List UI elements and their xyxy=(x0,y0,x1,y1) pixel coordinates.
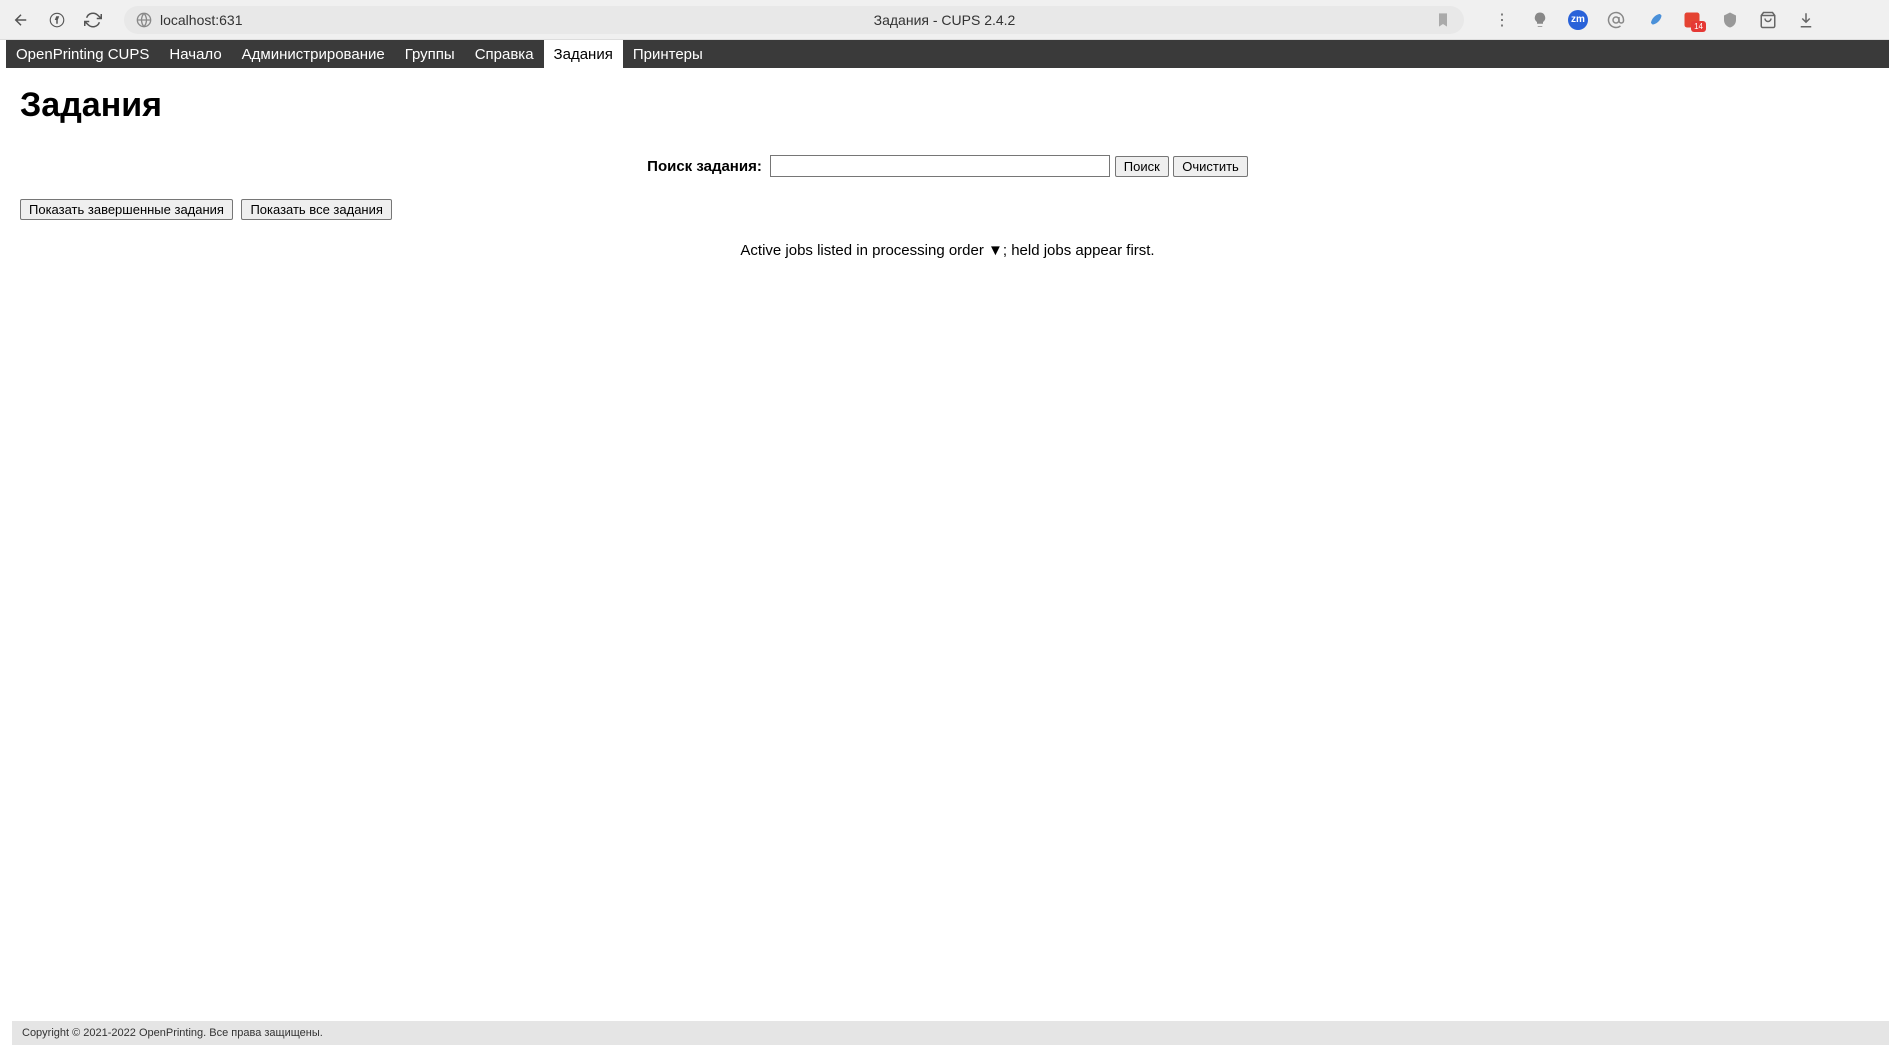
shield-icon[interactable] xyxy=(1720,10,1740,30)
page-heading: Задания xyxy=(20,86,1875,125)
nav-classes[interactable]: Группы xyxy=(395,40,465,68)
browser-toolbar: localhost:631 Задания - CUPS 2.4.2 ⋮ zm … xyxy=(0,0,1889,40)
page-title: Задания - CUPS 2.4.2 xyxy=(874,12,1016,28)
search-input[interactable] xyxy=(770,155,1110,177)
yandex-icon[interactable] xyxy=(48,11,66,29)
search-label: Поиск задания: xyxy=(647,158,762,175)
todoist-icon[interactable]: 14 xyxy=(1682,10,1702,30)
reload-icon[interactable] xyxy=(84,11,102,29)
show-all-button[interactable]: Показать все задания xyxy=(241,199,391,220)
clear-button[interactable]: Очистить xyxy=(1173,156,1248,177)
bulb-icon[interactable] xyxy=(1530,10,1550,30)
extension-icons: ⋮ zm 14 xyxy=(1492,10,1816,30)
site-info-icon[interactable] xyxy=(136,12,152,28)
download-icon[interactable] xyxy=(1796,10,1816,30)
nav-controls xyxy=(12,11,102,29)
feather-icon[interactable] xyxy=(1644,10,1664,30)
back-icon[interactable] xyxy=(12,11,30,29)
show-completed-button[interactable]: Показать завершенные задания xyxy=(20,199,233,220)
copyright-text: Copyright © 2021-2022 OpenPrinting. Все … xyxy=(22,1027,323,1039)
nav-printers[interactable]: Принтеры xyxy=(623,40,713,68)
filter-row: Показать завершенные задания Показать вс… xyxy=(20,199,1875,220)
at-icon[interactable] xyxy=(1606,10,1626,30)
badge-count: 14 xyxy=(1691,21,1706,32)
bookmark-icon[interactable] xyxy=(1434,11,1452,29)
nav-brand[interactable]: OpenPrinting CUPS xyxy=(6,40,159,68)
nav-help[interactable]: Справка xyxy=(465,40,544,68)
cart-icon[interactable] xyxy=(1758,10,1778,30)
url-bar[interactable]: localhost:631 Задания - CUPS 2.4.2 xyxy=(124,6,1464,34)
nav-home[interactable]: Начало xyxy=(159,40,231,68)
zm-extension-icon[interactable]: zm xyxy=(1568,10,1588,30)
url-text: localhost:631 xyxy=(160,12,243,28)
search-button[interactable]: Поиск xyxy=(1115,156,1169,177)
main-nav: OpenPrinting CUPS Начало Администрирован… xyxy=(6,40,1889,68)
status-text: Active jobs listed in processing order ▼… xyxy=(20,242,1875,259)
nav-jobs[interactable]: Задания xyxy=(544,40,623,68)
search-row: Поиск задания: Поиск Очистить xyxy=(20,155,1875,177)
page-body: Задания Поиск задания: Поиск Очистить По… xyxy=(6,68,1889,1045)
page-content-wrapper: OpenPrinting CUPS Начало Администрирован… xyxy=(6,40,1889,1045)
menu-icon[interactable]: ⋮ xyxy=(1492,10,1512,30)
footer: Copyright © 2021-2022 OpenPrinting. Все … xyxy=(12,1021,1889,1045)
nav-admin[interactable]: Администрирование xyxy=(232,40,395,68)
